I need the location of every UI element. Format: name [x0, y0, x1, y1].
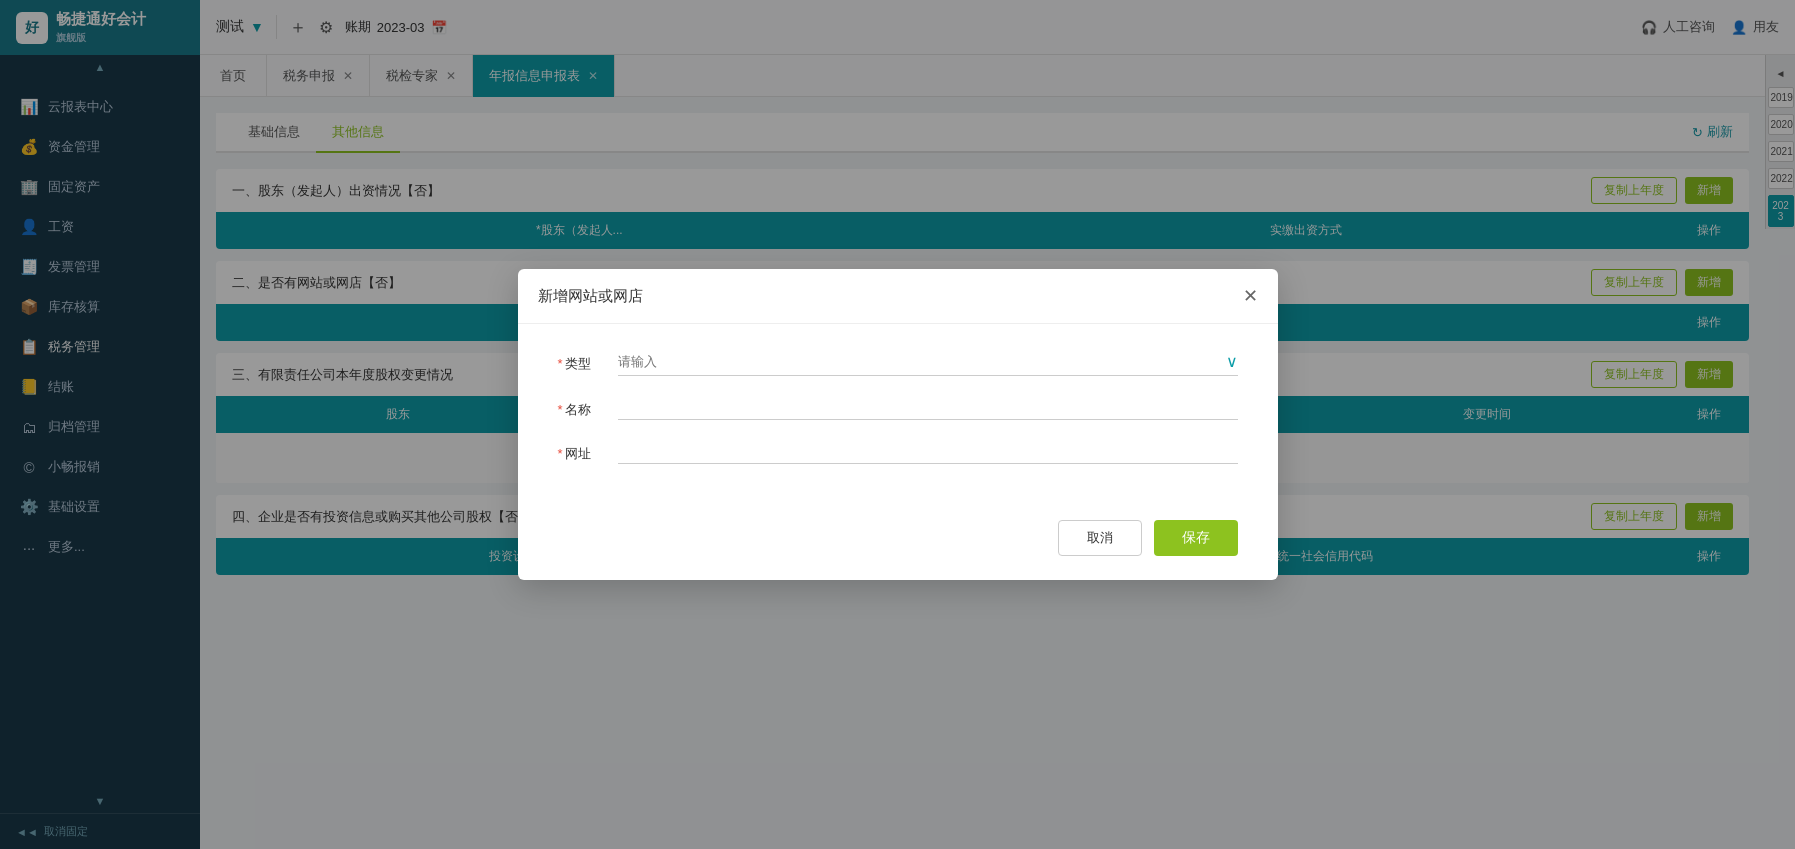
form-input-wrap-name	[618, 400, 1238, 420]
type-input[interactable]	[618, 354, 1226, 369]
modal-save-button[interactable]: 保存	[1154, 520, 1238, 556]
form-row-type: *类型 ∨	[558, 352, 1238, 376]
modal-add-website: 新增网站或网店 ✕ *类型 ∨ *名称	[518, 269, 1278, 580]
modal-footer: 取消 保存	[518, 508, 1278, 580]
form-label-type-text: 类型	[565, 356, 591, 371]
form-label-name: *名称	[558, 401, 618, 419]
required-marker-url: *	[558, 446, 563, 461]
required-marker-type: *	[558, 356, 563, 371]
form-input-wrap-type: ∨	[618, 352, 1238, 376]
name-input[interactable]	[618, 400, 1238, 415]
form-label-type: *类型	[558, 355, 618, 373]
form-row-url: *网址	[558, 444, 1238, 464]
modal-overlay: 新增网站或网店 ✕ *类型 ∨ *名称	[0, 0, 1795, 849]
form-label-url: *网址	[558, 445, 618, 463]
form-label-url-text: 网址	[565, 446, 591, 461]
modal-header: 新增网站或网店 ✕	[518, 269, 1278, 324]
modal-close-button[interactable]: ✕	[1243, 285, 1258, 307]
form-input-wrap-url	[618, 444, 1238, 464]
url-input[interactable]	[618, 444, 1238, 459]
form-label-name-text: 名称	[565, 402, 591, 417]
modal-body: *类型 ∨ *名称 *网址	[518, 324, 1278, 508]
required-marker-name: *	[558, 402, 563, 417]
modal-title: 新增网站或网店	[538, 287, 643, 306]
type-dropdown-icon[interactable]: ∨	[1226, 352, 1238, 371]
form-row-name: *名称	[558, 400, 1238, 420]
modal-cancel-button[interactable]: 取消	[1058, 520, 1142, 556]
